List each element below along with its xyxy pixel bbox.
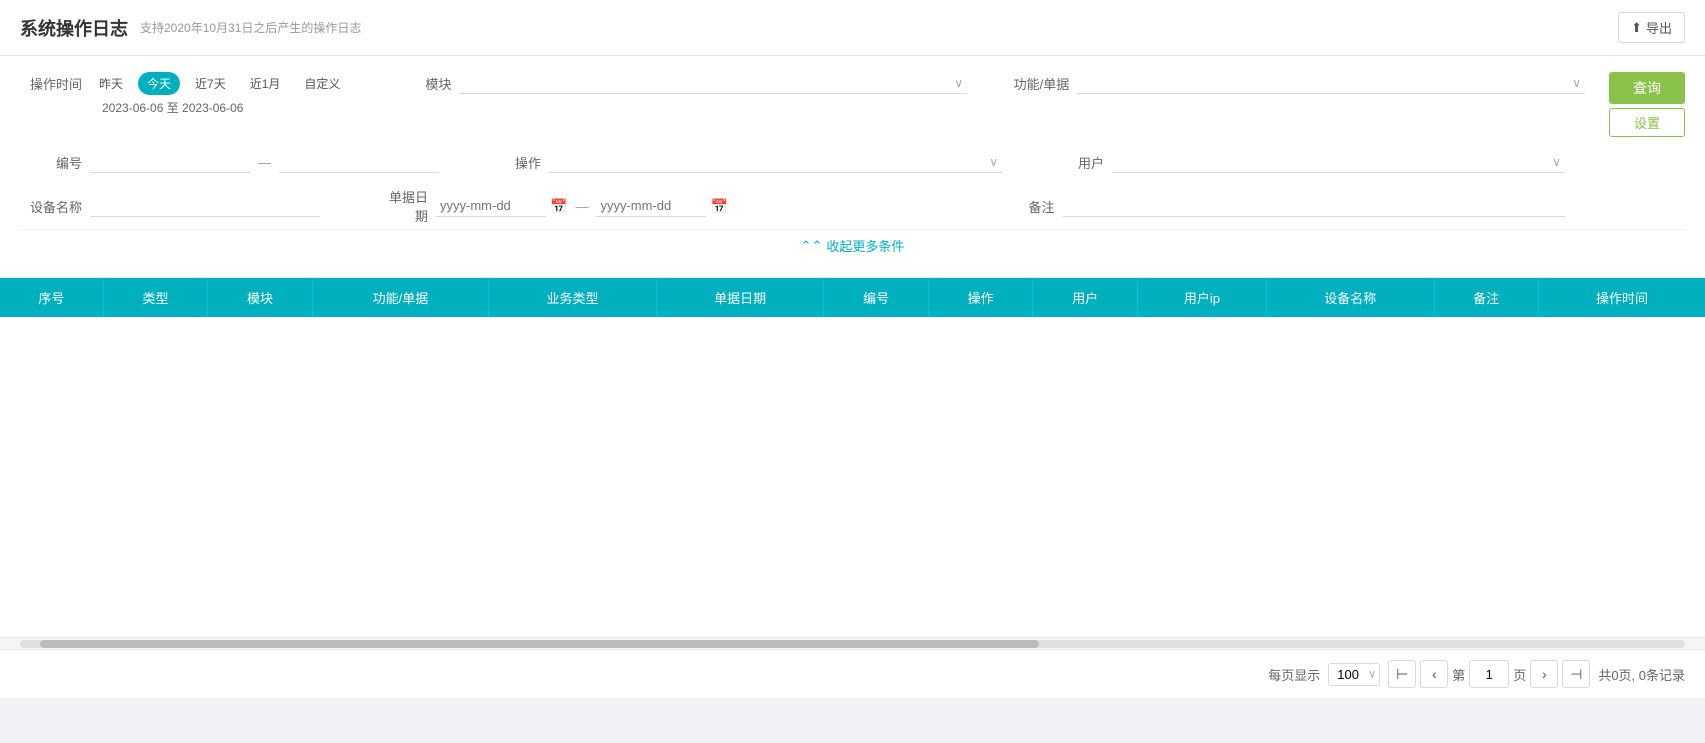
pagination-controls: ⊢ ‹ 第 页 › ⊣ bbox=[1388, 660, 1590, 688]
time-btn-7days[interactable]: 近7天 bbox=[186, 72, 235, 95]
collapse-icon: ⌃⌃ bbox=[801, 238, 823, 254]
page-prev-btn[interactable]: ‹ bbox=[1420, 660, 1448, 688]
table-header-row: 序号 类型 模块 功能/单据 业务类型 单据日期 编号 操作 用户 用户ip 设… bbox=[0, 278, 1705, 317]
page-prefix: 第 bbox=[1452, 665, 1465, 684]
page-number-input[interactable] bbox=[1469, 660, 1509, 688]
total-info: 共0页, 0条记录 bbox=[1598, 665, 1685, 684]
filter-area: 操作时间 昨天 今天 近7天 近1月 自定义 2023-06-06 至 2023… bbox=[0, 56, 1705, 278]
operation-select[interactable] bbox=[549, 151, 1002, 173]
serial-dash: — bbox=[250, 155, 279, 170]
page-suffix: 页 bbox=[1513, 665, 1526, 684]
col-remark: 备注 bbox=[1434, 278, 1538, 317]
scrollbar-thumb[interactable] bbox=[40, 640, 1039, 648]
col-operation: 操作 bbox=[928, 278, 1032, 317]
col-serial: 序号 bbox=[0, 278, 103, 317]
time-btn-yesterday[interactable]: 昨天 bbox=[90, 72, 132, 95]
time-filter-group: 昨天 今天 近7天 近1月 自定义 bbox=[90, 72, 349, 95]
doc-date-dash: — bbox=[567, 199, 596, 214]
empty-area bbox=[0, 317, 1705, 637]
remark-input[interactable] bbox=[1063, 195, 1566, 217]
device-label: 设备名称 bbox=[20, 197, 90, 216]
time-label: 操作时间 bbox=[20, 74, 90, 93]
date-range-text: 2023-06-06 至 2023-06-06 bbox=[102, 101, 243, 115]
col-biz-type: 业务类型 bbox=[489, 278, 657, 317]
table-container: 序号 类型 模块 功能/单据 业务类型 单据日期 编号 操作 用户 用户ip 设… bbox=[0, 278, 1705, 637]
col-doc-date: 单据日期 bbox=[656, 278, 824, 317]
col-number: 编号 bbox=[824, 278, 928, 317]
per-page-select[interactable]: 100 50 200 bbox=[1328, 663, 1380, 686]
remark-label: 备注 bbox=[993, 197, 1063, 216]
device-input[interactable] bbox=[90, 195, 320, 217]
module-label: 模块 bbox=[389, 74, 459, 93]
doc-date-from-wrapper: 📅 bbox=[436, 195, 567, 217]
scrollbar-area bbox=[0, 637, 1705, 649]
export-icon: ⬆ bbox=[1631, 20, 1642, 36]
page-header: 系统操作日志 支持2020年10月31日之后产生的操作日志 ⬆ 导出 bbox=[0, 0, 1705, 56]
col-type: 类型 bbox=[103, 278, 207, 317]
time-btn-1month[interactable]: 近1月 bbox=[241, 72, 290, 95]
user-select-wrapper: ∨ bbox=[1112, 151, 1565, 173]
page-title: 系统操作日志 bbox=[20, 15, 128, 41]
serial-input-to[interactable] bbox=[279, 151, 439, 173]
page-first-btn[interactable]: ⊢ bbox=[1388, 660, 1416, 688]
col-op-time: 操作时间 bbox=[1539, 278, 1705, 317]
func-label: 功能/单据 bbox=[1007, 74, 1077, 93]
col-device: 设备名称 bbox=[1266, 278, 1434, 317]
doc-date-label: 单据日期 bbox=[380, 187, 436, 225]
operation-label: 操作 bbox=[479, 153, 549, 172]
func-select-wrapper: ∨ bbox=[1077, 72, 1585, 94]
data-table: 序号 类型 模块 功能/单据 业务类型 单据日期 编号 操作 用户 用户ip 设… bbox=[0, 278, 1705, 317]
col-user: 用户 bbox=[1033, 278, 1137, 317]
calendar-to-icon[interactable]: 📅 bbox=[710, 198, 727, 215]
doc-date-to-input[interactable] bbox=[596, 195, 706, 217]
doc-date-to-wrapper: 📅 bbox=[596, 195, 727, 217]
table-header: 序号 类型 模块 功能/单据 业务类型 单据日期 编号 操作 用户 用户ip 设… bbox=[0, 278, 1705, 317]
query-button[interactable]: 查询 bbox=[1609, 72, 1685, 104]
serial-label: 编号 bbox=[20, 153, 90, 172]
col-user-ip: 用户ip bbox=[1137, 278, 1266, 317]
collapse-bar[interactable]: ⌃⌃ 收起更多条件 bbox=[20, 229, 1685, 261]
page-next-btn[interactable]: › bbox=[1530, 660, 1558, 688]
page-last-btn[interactable]: ⊣ bbox=[1562, 660, 1590, 688]
bottom-bar: 每页显示 100 50 200 ∨ ⊢ ‹ 第 页 › ⊣ 共0页, 0条记录 bbox=[0, 649, 1705, 698]
time-btn-custom[interactable]: 自定义 bbox=[295, 72, 349, 95]
col-module: 模块 bbox=[208, 278, 312, 317]
collapse-text: 收起更多条件 bbox=[826, 236, 904, 255]
module-select-wrapper: ∨ bbox=[459, 72, 967, 94]
export-button[interactable]: ⬆ 导出 bbox=[1618, 12, 1685, 43]
user-select[interactable] bbox=[1112, 151, 1565, 173]
user-label: 用户 bbox=[1042, 153, 1112, 172]
settings-button[interactable]: 设置 bbox=[1609, 108, 1685, 137]
module-select[interactable] bbox=[459, 72, 967, 94]
per-page-wrapper: 100 50 200 ∨ bbox=[1328, 663, 1380, 686]
per-page-label: 每页显示 bbox=[1268, 665, 1320, 684]
operation-select-wrapper: ∨ bbox=[549, 151, 1002, 173]
scrollbar-track bbox=[20, 640, 1685, 648]
export-label: 导出 bbox=[1646, 18, 1672, 37]
serial-input-from[interactable] bbox=[90, 151, 250, 173]
col-func: 功能/单据 bbox=[312, 278, 488, 317]
func-select[interactable] bbox=[1077, 72, 1585, 94]
doc-date-from-input[interactable] bbox=[436, 195, 546, 217]
title-area: 系统操作日志 支持2020年10月31日之后产生的操作日志 bbox=[20, 15, 361, 41]
time-btn-today[interactable]: 今天 bbox=[138, 72, 180, 95]
page-subtitle: 支持2020年10月31日之后产生的操作日志 bbox=[140, 19, 361, 36]
calendar-from-icon[interactable]: 📅 bbox=[550, 198, 567, 215]
